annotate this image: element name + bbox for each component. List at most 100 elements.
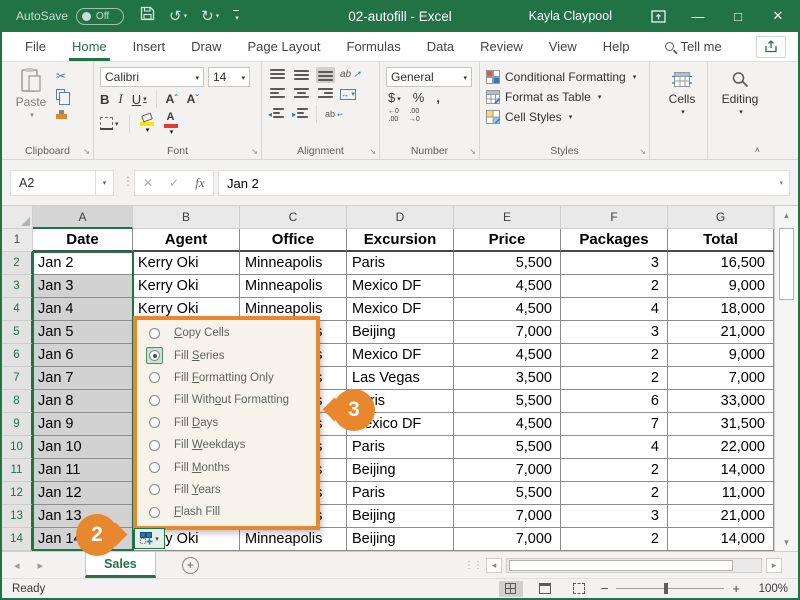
cell-E7[interactable]: 3,500 bbox=[454, 367, 561, 390]
format-painter-icon[interactable] bbox=[56, 110, 67, 119]
tab-page-layout[interactable]: Page Layout bbox=[235, 32, 334, 61]
autosave-toggle[interactable]: Off bbox=[76, 7, 125, 25]
decrease-decimal-button[interactable]: .00 →0 bbox=[409, 108, 420, 123]
cell-G13[interactable]: 21,000 bbox=[668, 505, 774, 528]
alignment-dialog-launcher-icon[interactable] bbox=[369, 147, 376, 156]
copy-icon[interactable] bbox=[56, 87, 71, 105]
column-header-G[interactable]: G bbox=[668, 206, 774, 229]
accounting-format-button[interactable]: $ bbox=[388, 90, 401, 105]
cell-styles-button[interactable]: Cell Styles bbox=[486, 107, 643, 126]
scroll-right-icon[interactable]: ▸ bbox=[766, 558, 782, 573]
cell-E8[interactable]: 5,500 bbox=[454, 390, 561, 413]
prev-sheet-icon[interactable]: ◂ bbox=[14, 559, 20, 572]
comma-style-button[interactable]: , bbox=[436, 90, 440, 105]
middle-align-button[interactable] bbox=[292, 67, 311, 83]
decrease-indent-button[interactable]: ◂ bbox=[268, 108, 285, 120]
cell-D10[interactable]: Paris bbox=[347, 436, 454, 459]
increase-font-size-button[interactable]: A bbox=[166, 92, 178, 106]
cell-E5[interactable]: 7,000 bbox=[454, 321, 561, 344]
select-all-corner[interactable] bbox=[2, 206, 33, 229]
share-button[interactable] bbox=[756, 35, 786, 58]
menu-item-fill-formatting-only[interactable]: Fill Formatting Only bbox=[137, 367, 316, 389]
tell-me-box[interactable]: Tell me bbox=[664, 32, 722, 61]
cell-F9[interactable]: 7 bbox=[561, 413, 668, 436]
cell-G6[interactable]: 9,000 bbox=[668, 344, 774, 367]
row-header-5[interactable]: 5 bbox=[2, 321, 33, 344]
tab-help[interactable]: Help bbox=[590, 32, 643, 61]
formula-input[interactable]: Jan 2 bbox=[218, 170, 790, 196]
align-right-button[interactable] bbox=[316, 86, 335, 102]
cell-B1[interactable]: Agent bbox=[133, 229, 240, 252]
underline-button[interactable]: U bbox=[132, 92, 147, 107]
cell-D11[interactable]: Beijing bbox=[347, 459, 454, 482]
align-center-button[interactable] bbox=[292, 86, 311, 102]
cell-F4[interactable]: 4 bbox=[561, 298, 668, 321]
new-sheet-icon[interactable]: + bbox=[181, 556, 199, 574]
cell-F12[interactable]: 2 bbox=[561, 482, 668, 505]
cell-F8[interactable]: 6 bbox=[561, 390, 668, 413]
clipboard-dialog-launcher-icon[interactable] bbox=[83, 147, 90, 156]
cell-C2[interactable]: Minneapolis bbox=[240, 252, 347, 275]
cell-D14[interactable]: Beijing bbox=[347, 528, 454, 551]
scroll-up-icon[interactable] bbox=[775, 206, 798, 224]
tab-insert[interactable]: Insert bbox=[120, 32, 179, 61]
menu-item-flash-fill[interactable]: Flash Fill bbox=[137, 501, 316, 523]
cell-G12[interactable]: 11,000 bbox=[668, 482, 774, 505]
column-header-C[interactable]: C bbox=[240, 206, 347, 229]
paste-button[interactable]: Paste bbox=[8, 67, 54, 119]
cell-B2[interactable]: Kerry Oki bbox=[133, 252, 240, 275]
cell-E12[interactable]: 5,500 bbox=[454, 482, 561, 505]
styles-dialog-launcher-icon[interactable] bbox=[639, 147, 646, 156]
number-dialog-launcher-icon[interactable] bbox=[469, 147, 476, 156]
cell-G8[interactable]: 33,000 bbox=[668, 390, 774, 413]
row-header-13[interactable]: 13 bbox=[2, 505, 33, 528]
borders-button[interactable] bbox=[100, 117, 119, 130]
column-header-E[interactable]: E bbox=[454, 206, 561, 229]
insert-function-icon[interactable]: fx bbox=[187, 175, 213, 191]
cell-C3[interactable]: Minneapolis bbox=[240, 275, 347, 298]
wrap-text-button[interactable]: ab bbox=[325, 109, 343, 119]
row-header-10[interactable]: 10 bbox=[2, 436, 33, 459]
cell-F13[interactable]: 3 bbox=[561, 505, 668, 528]
tab-view[interactable]: View bbox=[536, 32, 590, 61]
horizontal-scroll-track[interactable] bbox=[506, 558, 762, 573]
vertical-scroll-thumb[interactable] bbox=[779, 228, 794, 300]
cell-F7[interactable]: 2 bbox=[561, 367, 668, 390]
cell-A7[interactable]: Jan 7 bbox=[33, 367, 133, 390]
cell-A2[interactable]: Jan 2 bbox=[33, 252, 133, 275]
cell-A3[interactable]: Jan 3 bbox=[33, 275, 133, 298]
cell-F6[interactable]: 2 bbox=[561, 344, 668, 367]
cell-G10[interactable]: 22,000 bbox=[668, 436, 774, 459]
row-header-9[interactable]: 9 bbox=[2, 413, 33, 436]
decrease-font-size-button[interactable]: A bbox=[187, 92, 199, 106]
cell-A1[interactable]: Date bbox=[33, 229, 133, 252]
row-header-2[interactable]: 2 bbox=[2, 252, 33, 275]
save-icon[interactable] bbox=[140, 6, 155, 26]
column-header-F[interactable]: F bbox=[561, 206, 668, 229]
cell-F5[interactable]: 3 bbox=[561, 321, 668, 344]
cell-A9[interactable]: Jan 9 bbox=[33, 413, 133, 436]
row-header-1[interactable]: 1 bbox=[2, 229, 33, 252]
tab-formulas[interactable]: Formulas bbox=[334, 32, 414, 61]
collapse-ribbon-icon[interactable]: ˄ bbox=[755, 145, 760, 155]
cell-F3[interactable]: 2 bbox=[561, 275, 668, 298]
redo-icon[interactable]: ↻ bbox=[201, 9, 219, 24]
row-header-11[interactable]: 11 bbox=[2, 459, 33, 482]
cell-E14[interactable]: 7,000 bbox=[454, 528, 561, 551]
cell-D2[interactable]: Paris bbox=[347, 252, 454, 275]
cell-C14[interactable]: Minneapolis bbox=[240, 528, 347, 551]
cell-A10[interactable]: Jan 10 bbox=[33, 436, 133, 459]
expand-formula-bar-icon[interactable] bbox=[779, 179, 783, 187]
menu-item-fill-series[interactable]: Fill Series bbox=[137, 344, 316, 366]
menu-item-fill-days[interactable]: Fill Days bbox=[137, 412, 316, 434]
font-dialog-launcher-icon[interactable] bbox=[251, 147, 258, 156]
zoom-in-icon[interactable]: + bbox=[732, 581, 740, 596]
page-layout-view-button[interactable] bbox=[533, 581, 557, 597]
cells-button[interactable]: Cells bbox=[656, 67, 708, 116]
cell-F10[interactable]: 4 bbox=[561, 436, 668, 459]
name-box-caret-icon[interactable] bbox=[95, 171, 113, 195]
cell-E1[interactable]: Price bbox=[454, 229, 561, 252]
top-align-button[interactable] bbox=[268, 67, 287, 83]
font-name-select[interactable]: Calibri bbox=[100, 67, 204, 87]
bold-button[interactable]: B bbox=[100, 92, 109, 107]
